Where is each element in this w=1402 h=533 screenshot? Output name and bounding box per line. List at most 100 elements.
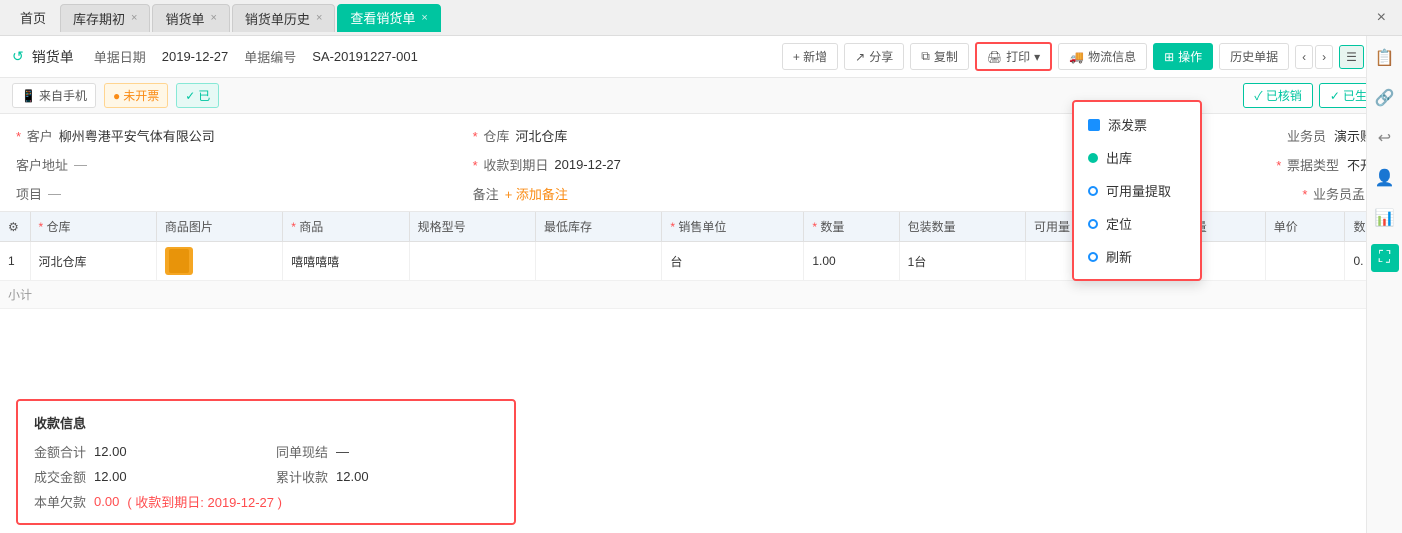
history-button-label: 历史单据 <box>1230 48 1278 65</box>
tab-sales-close[interactable]: × <box>210 12 216 24</box>
new-button-label: + 新增 <box>793 48 827 65</box>
check-canceled-icon: ✓ <box>1254 89 1262 103</box>
product-image-inner <box>169 249 189 273</box>
customer-label: * 客户 <box>16 126 53 145</box>
customer-field: * 客户 柳州粤港平安气体有限公司 <box>16 126 473 145</box>
tab-inventory[interactable]: 库存期初 × <box>60 4 150 32</box>
payment-info-box: 收款信息 金额合计 12.00 同单现结 — 成交金额 12.00 累计收款 1… <box>16 399 516 525</box>
tab-sales-history-label: 销货单历史 <box>245 9 310 28</box>
print-button[interactable]: 🖨 打印 ▾ <box>977 44 1050 69</box>
copy-icon: ⧉ <box>921 49 930 64</box>
add-invoice-icon <box>1088 119 1100 131</box>
doc-title: 销货单 <box>32 47 74 67</box>
warehouse-value: 河北仓库 <box>515 126 567 145</box>
subtotal-row: 小计 <box>0 281 1402 309</box>
same-order-value: — <box>336 444 349 459</box>
project-label: 项目 <box>16 184 42 203</box>
address-field: 客户地址 — <box>16 155 473 174</box>
logistics-button[interactable]: 🚚 物流信息 <box>1058 43 1147 70</box>
address-label: 客户地址 <box>16 155 68 174</box>
tab-view-sales-close[interactable]: × <box>421 12 427 24</box>
due-date-value: 2019-12-27 <box>554 157 621 172</box>
tab-view-sales[interactable]: 查看销货单 × <box>337 4 440 32</box>
share-button[interactable]: ↗ 分享 <box>844 43 904 70</box>
check-effective-icon: ✓ <box>1330 89 1340 103</box>
balance-value: 0.00 <box>94 494 119 509</box>
customer-value: 柳州粤港平安气体有限公司 <box>59 126 215 145</box>
window-close-button[interactable]: × <box>1369 9 1394 27</box>
operations-button-label: 操作 <box>1178 48 1202 65</box>
not-open-label: 未开票 <box>123 87 159 104</box>
number-value: SA-20191227-001 <box>312 49 418 64</box>
add-invoice-label: 添发票 <box>1108 115 1147 134</box>
row-unit: 台 <box>662 242 804 281</box>
next-button[interactable]: › <box>1315 45 1333 69</box>
tab-inventory-close[interactable]: × <box>131 12 137 24</box>
dropdown-locate[interactable]: 定位 <box>1074 207 1200 240</box>
right-panel: 📋 🔗 ↩ 👤 📊 ⛶ <box>1366 36 1402 533</box>
doc-icon: ↺ <box>12 48 24 65</box>
transaction-value: 12.00 <box>94 469 127 484</box>
payment-info-grid: 金额合计 12.00 同单现结 — 成交金额 12.00 累计收款 12.00 … <box>34 442 498 511</box>
due-note: ( 收款到期日: 2019-12-27 ) <box>127 492 282 511</box>
tab-sales-history-close[interactable]: × <box>316 12 322 24</box>
tab-sales-label: 销货单 <box>165 9 204 28</box>
from-phone-button[interactable]: 📱 来自手机 <box>12 83 96 108</box>
dropdown-out-warehouse[interactable]: 出库 <box>1074 141 1200 174</box>
operations-icon: ⊞ <box>1164 50 1174 64</box>
print-dropdown-arrow: ▾ <box>1034 50 1040 64</box>
address-value: — <box>74 157 87 172</box>
cumulative-value: 12.00 <box>336 469 369 484</box>
tab-inventory-label: 库存期初 <box>73 9 125 28</box>
not-open-badge: ● 未开票 <box>104 83 168 108</box>
panel-icon-doc[interactable]: 📋 <box>1371 44 1399 72</box>
note-label: 备注 <box>473 184 499 203</box>
tab-sales[interactable]: 销货单 × <box>152 4 229 32</box>
tab-home-label: 首页 <box>20 8 46 27</box>
due-date-label: * 收款到期日 <box>473 155 549 174</box>
row-unit-price <box>1265 242 1345 281</box>
canceled-button[interactable]: ✓ 已核销 <box>1243 83 1313 108</box>
copy-button-label: 复制 <box>934 48 958 65</box>
th-min-stock: 最低库存 <box>536 212 662 242</box>
product-image <box>165 247 193 275</box>
list-view-button[interactable]: ☰ <box>1339 45 1364 69</box>
logistics-button-label: 物流信息 <box>1088 48 1136 65</box>
new-button[interactable]: + 新增 <box>782 43 838 70</box>
prev-button[interactable]: ‹ <box>1295 45 1313 69</box>
tab-sales-history[interactable]: 销货单历史 × <box>232 4 335 32</box>
date-label: 单据日期 <box>94 47 146 66</box>
refresh-label: 刷新 <box>1106 247 1132 266</box>
transaction-row: 成交金额 12.00 <box>34 467 256 486</box>
panel-icon-user[interactable]: 👤 <box>1371 164 1399 192</box>
dropdown-refresh[interactable]: 刷新 <box>1074 240 1200 273</box>
out-warehouse-label: 出库 <box>1106 148 1132 167</box>
out-warehouse-icon <box>1088 153 1098 163</box>
tab-bar: 首页 库存期初 × 销货单 × 销货单历史 × 查看销货单 × × <box>0 0 1402 36</box>
history-button[interactable]: 历史单据 <box>1219 43 1289 70</box>
panel-icon-link[interactable]: 🔗 <box>1371 84 1399 112</box>
row-spec <box>409 242 535 281</box>
locate-icon <box>1088 219 1098 229</box>
note-field: 备注 添加备注 <box>473 184 930 203</box>
logistics-icon: 🚚 <box>1069 50 1084 64</box>
toolbar-right: + 新增 ↗ 分享 ⧉ 复制 🖨 打印 ▾ <box>782 42 1390 71</box>
th-spec: 规格型号 <box>409 212 535 242</box>
tab-home[interactable]: 首页 <box>8 4 58 32</box>
panel-icon-expand[interactable]: ⛶ <box>1371 244 1399 272</box>
toolbar: ↺ 销货单 单据日期 2019-12-27 单据编号 SA-20191227-0… <box>0 36 1402 78</box>
row-min-stock <box>536 242 662 281</box>
copy-button[interactable]: ⧉ 复制 <box>910 43 969 70</box>
th-image: 商品图片 <box>156 212 282 242</box>
panel-icon-return[interactable]: ↩ <box>1371 124 1399 152</box>
panel-icon-chart[interactable]: 📊 <box>1371 204 1399 232</box>
canceled-label: 已核销 <box>1266 89 1302 103</box>
dropdown-add-invoice[interactable]: 添发票 <box>1074 108 1200 141</box>
operations-button[interactable]: ⊞ 操作 <box>1153 43 1213 70</box>
add-note-button[interactable]: 添加备注 <box>505 184 568 203</box>
tab-view-sales-label: 查看销货单 <box>350 8 415 27</box>
th-settings[interactable]: ⚙ <box>0 212 30 242</box>
dropdown-available-qty[interactable]: 可用量提取 <box>1074 174 1200 207</box>
check-icon: ✓ <box>185 89 195 103</box>
print-icon: 🖨 <box>987 50 1002 64</box>
